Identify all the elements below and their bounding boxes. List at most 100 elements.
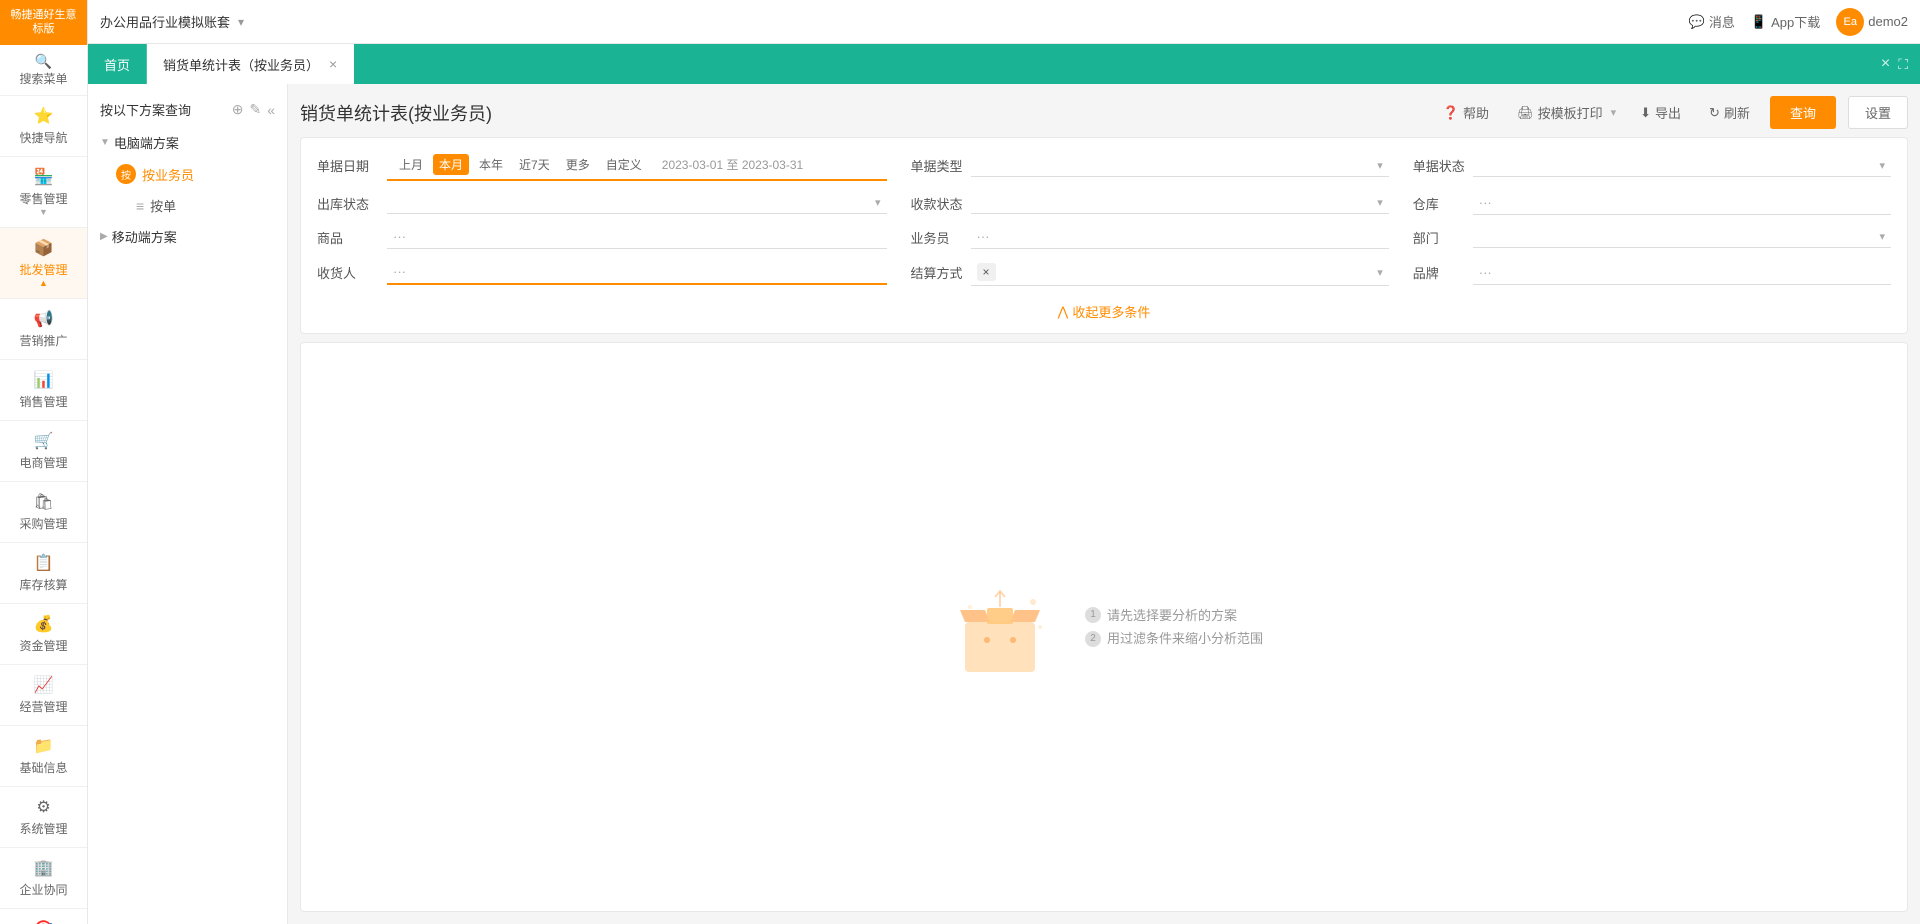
sidebar-item-finance[interactable]: 💰 资金管理 bbox=[0, 604, 87, 665]
close-window-icon[interactable]: × bbox=[1881, 55, 1890, 73]
export-btn[interactable]: ⬇ 导出 bbox=[1632, 99, 1689, 126]
app-download-btn[interactable]: 📱 App下载 bbox=[1751, 12, 1820, 31]
tab-spacer bbox=[354, 44, 1869, 84]
sidebar-item-ecommerce[interactable]: 🛒 电商管理 bbox=[0, 421, 87, 482]
purchase-icon: 🛍 bbox=[33, 492, 53, 512]
user-avatar-area[interactable]: Ea demo2 bbox=[1836, 8, 1908, 36]
quick-nav-icon: ⭐ bbox=[34, 106, 54, 126]
refresh-btn[interactable]: ↻ 刷新 bbox=[1701, 99, 1758, 126]
settlement-tag-close[interactable]: × bbox=[983, 265, 990, 279]
hint-label-2: 用过滤条件来缩小分析范围 bbox=[1107, 627, 1263, 650]
scheme-item-by-order[interactable]: ≡ 按单 bbox=[88, 190, 287, 221]
scheme-by-staff-label: 按业务员 bbox=[142, 165, 194, 184]
date-tab-last7days[interactable]: 近7天 bbox=[513, 154, 556, 175]
scheme-group-desktop: ▼ 电脑端方案 按 按业务员 ≡ 按单 bbox=[88, 127, 287, 221]
print-dropdown-arrow[interactable]: ▾ bbox=[1607, 102, 1621, 123]
product-field[interactable]: ··· bbox=[387, 225, 887, 249]
sidebar-item-retail[interactable]: 🏪 零售管理 ▼ bbox=[0, 157, 87, 228]
date-tab-more[interactable]: 更多 bbox=[560, 154, 596, 175]
sidebar-item-inventory[interactable]: 📋 库存核算 bbox=[0, 543, 87, 604]
print-label: 按模板打印 bbox=[1538, 103, 1603, 122]
date-tab-this-year[interactable]: 本年 bbox=[473, 154, 509, 175]
sidebar-item-purchase[interactable]: 🛍 采购管理 bbox=[0, 482, 87, 543]
tab-sales-stat-label: 销货单统计表（按业务员） bbox=[163, 55, 319, 74]
date-tab-this-month[interactable]: 本月 bbox=[433, 154, 469, 175]
sales-icon: 📊 bbox=[34, 370, 54, 390]
settlement-tag: × bbox=[977, 263, 996, 281]
retail-icon: 🏪 bbox=[34, 167, 54, 187]
sidebar-item-quick-nav[interactable]: ⭐ 快捷导航 bbox=[0, 96, 87, 157]
sidebar-item-operation[interactable]: 📈 经营管理 bbox=[0, 665, 87, 726]
setting-button[interactable]: 设置 bbox=[1848, 96, 1908, 129]
sales-label: 销售管理 bbox=[19, 393, 67, 410]
warehouse-field[interactable]: ··· bbox=[1473, 191, 1891, 215]
sidebar-item-basic[interactable]: 📁 基础信息 bbox=[0, 726, 87, 787]
search-icon: 🔍 bbox=[35, 53, 52, 70]
scheme-group-desktop-title[interactable]: ▼ 电脑端方案 bbox=[88, 127, 287, 158]
scheme-active-indicator: 按 bbox=[116, 164, 136, 184]
company-dropdown[interactable]: ▾ bbox=[238, 15, 244, 29]
tab-home[interactable]: 首页 bbox=[88, 44, 147, 84]
left-panel: 按以下方案查询 ⊕ ✎ « ▼ 电脑端方案 按 按业务员 ≡ 按 bbox=[88, 84, 288, 924]
query-button[interactable]: 查询 bbox=[1770, 96, 1836, 129]
empty-svg bbox=[945, 572, 1055, 682]
sidebar-item-sales[interactable]: 📊 销售管理 bbox=[0, 360, 87, 421]
stock-out-arrow[interactable]: ▾ bbox=[875, 196, 881, 209]
staff-field[interactable]: ··· bbox=[971, 225, 1389, 249]
logo-text: 畅捷通好生意 标版 bbox=[4, 8, 83, 37]
maximize-window-icon[interactable]: ⛶ bbox=[1898, 56, 1908, 73]
edit-scheme-icon[interactable]: ✎ bbox=[249, 101, 261, 118]
filter-panel: 单据日期 上月 本月 本年 近7天 更多 自定义 2023-03-01 至 20… bbox=[300, 137, 1908, 334]
order-status-field[interactable]: ▾ bbox=[1473, 155, 1891, 177]
app-download-icon: 📱 bbox=[1751, 14, 1767, 30]
date-field[interactable]: 上月 本月 本年 近7天 更多 自定义 2023-03-01 至 2023-03… bbox=[387, 150, 887, 181]
order-type-field[interactable]: ▾ bbox=[971, 155, 1389, 177]
refresh-icon: ↻ bbox=[1709, 105, 1720, 121]
payment-arrow[interactable]: ▾ bbox=[1377, 196, 1383, 209]
dept-field[interactable]: ▾ bbox=[1473, 226, 1891, 248]
tab-sales-stat[interactable]: 销货单统计表（按业务员） × bbox=[147, 44, 354, 84]
collapse-more-btn[interactable]: ⋀ 收起更多条件 bbox=[317, 296, 1891, 321]
order-type-arrow[interactable]: ▾ bbox=[1377, 159, 1383, 172]
collapse-panel-icon[interactable]: « bbox=[267, 102, 275, 118]
add-scheme-icon[interactable]: ⊕ bbox=[232, 101, 244, 118]
stock-out-field[interactable]: ▾ bbox=[387, 192, 887, 214]
hint-num-2: 2 bbox=[1085, 631, 1101, 647]
sidebar-item-wholesale[interactable]: 📦 批发管理 ▲ bbox=[0, 228, 87, 299]
dept-arrow[interactable]: ▾ bbox=[1879, 230, 1885, 243]
help-icon: ❓ bbox=[1443, 105, 1459, 121]
empty-illustration bbox=[945, 572, 1055, 682]
scheme-group-mobile-title[interactable]: ▶ 移动端方案 bbox=[88, 221, 287, 252]
filter-row-1: 单据日期 上月 本月 本年 近7天 更多 自定义 2023-03-01 至 20… bbox=[317, 150, 1891, 181]
help-btn[interactable]: ❓ 帮助 bbox=[1435, 99, 1497, 126]
sidebar-item-enterprise[interactable]: 🏢 企业协同 bbox=[0, 848, 87, 909]
enterprise-label: 企业协同 bbox=[19, 881, 67, 898]
message-btn[interactable]: 💬 消息 bbox=[1689, 12, 1735, 31]
date-tab-custom[interactable]: 自定义 bbox=[600, 154, 648, 175]
sidebar-item-marketing[interactable]: 📢 营销推广 bbox=[0, 299, 87, 360]
sidebar-item-system[interactable]: ⚙ 系统管理 bbox=[0, 787, 87, 848]
sidebar-search[interactable]: 🔍 搜索菜单 bbox=[0, 45, 87, 96]
order-status-arrow[interactable]: ▾ bbox=[1879, 159, 1885, 172]
sidebar-logo: 畅捷通好生意 标版 bbox=[0, 0, 87, 45]
top-bar-left: 办公用品行业模拟账套 ▾ bbox=[100, 12, 244, 31]
consignee-field[interactable]: ··· bbox=[387, 260, 887, 285]
staff-label: 业务员 bbox=[911, 228, 971, 247]
payment-field[interactable]: ▾ bbox=[971, 192, 1389, 214]
desktop-group-arrow: ▼ bbox=[100, 137, 110, 148]
sidebar-item-newbie[interactable]: 🎯 新手引导 bbox=[0, 909, 87, 924]
order-status-label: 单据状态 bbox=[1413, 156, 1473, 175]
brand-label: 品牌 bbox=[1413, 263, 1473, 282]
tab-close-icon[interactable]: × bbox=[329, 56, 337, 72]
scheme-item-by-staff[interactable]: 按 按业务员 bbox=[88, 158, 287, 190]
brand-field[interactable]: ··· bbox=[1473, 261, 1891, 285]
tab-window-controls: × ⛶ bbox=[1869, 44, 1920, 84]
empty-hint-2: 2 用过滤条件来缩小分析范围 bbox=[1085, 627, 1263, 650]
template-print-main[interactable]: 🖨 按模板打印 bbox=[1509, 99, 1607, 126]
top-bar: 办公用品行业模拟账套 ▾ 💬 消息 📱 App下载 Ea demo2 bbox=[88, 0, 1920, 44]
company-name: 办公用品行业模拟账套 bbox=[100, 12, 230, 31]
settlement-arrow[interactable]: ▾ bbox=[1377, 266, 1383, 279]
settlement-field[interactable]: × ▾ bbox=[971, 259, 1389, 286]
staff-dots: ··· bbox=[977, 229, 990, 244]
date-tab-last-month[interactable]: 上月 bbox=[393, 154, 429, 175]
